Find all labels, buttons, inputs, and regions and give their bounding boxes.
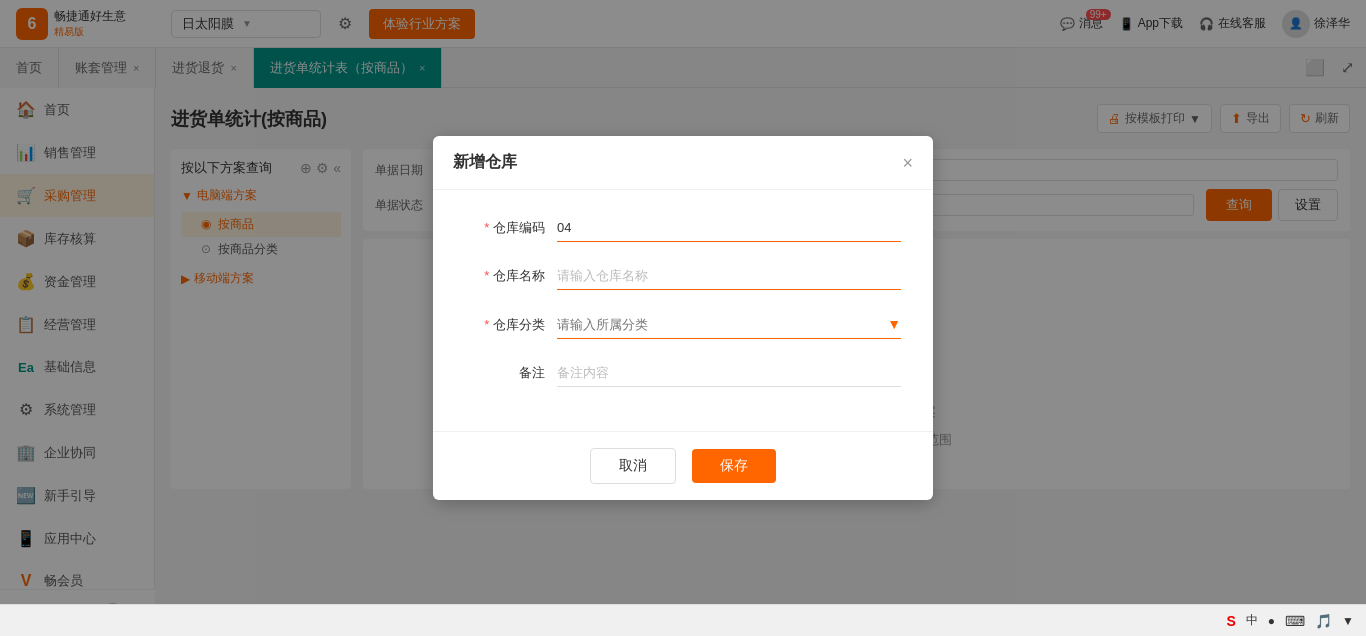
category-input[interactable] xyxy=(557,317,887,332)
note-input[interactable] xyxy=(557,359,901,387)
category-select-wrap: ▼ xyxy=(557,310,901,339)
modal-close-button[interactable]: × xyxy=(902,154,913,172)
code-input[interactable] xyxy=(557,214,901,242)
sougou-logo: S xyxy=(1227,613,1236,629)
form-row-code: 仓库编码 xyxy=(465,214,901,242)
note-label: 备注 xyxy=(465,364,545,382)
modal-title: 新增仓库 xyxy=(453,152,517,173)
form-row-note: 备注 xyxy=(465,359,901,387)
modal-header: 新增仓库 × xyxy=(433,136,933,190)
category-label: 仓库分类 xyxy=(465,316,545,334)
cancel-button[interactable]: 取消 xyxy=(590,448,676,484)
name-input[interactable] xyxy=(557,262,901,290)
new-warehouse-modal: 新增仓库 × 仓库编码 仓库名称 仓库分类 ▼ xyxy=(433,136,933,500)
ime-dot-icon[interactable]: ● xyxy=(1268,614,1275,628)
more-icon[interactable]: ▼ xyxy=(1342,614,1354,628)
save-button[interactable]: 保存 xyxy=(692,449,776,483)
category-dropdown-icon[interactable]: ▼ xyxy=(887,316,901,332)
music-icon[interactable]: 🎵 xyxy=(1315,613,1332,629)
code-label: 仓库编码 xyxy=(465,219,545,237)
modal-body: 仓库编码 仓库名称 仓库分类 ▼ 备注 xyxy=(433,190,933,431)
form-row-category: 仓库分类 ▼ xyxy=(465,310,901,339)
ime-zh-icon[interactable]: 中 xyxy=(1246,612,1258,629)
sougou-icon: S xyxy=(1227,613,1236,629)
modal-footer: 取消 保存 xyxy=(433,431,933,500)
name-label: 仓库名称 xyxy=(465,267,545,285)
bottom-status-bar: S 中 ● ⌨ 🎵 ▼ xyxy=(0,604,1366,636)
keyboard-icon[interactable]: ⌨ xyxy=(1285,613,1305,629)
form-row-name: 仓库名称 xyxy=(465,262,901,290)
modal-overlay: 新增仓库 × 仓库编码 仓库名称 仓库分类 ▼ xyxy=(0,0,1366,636)
